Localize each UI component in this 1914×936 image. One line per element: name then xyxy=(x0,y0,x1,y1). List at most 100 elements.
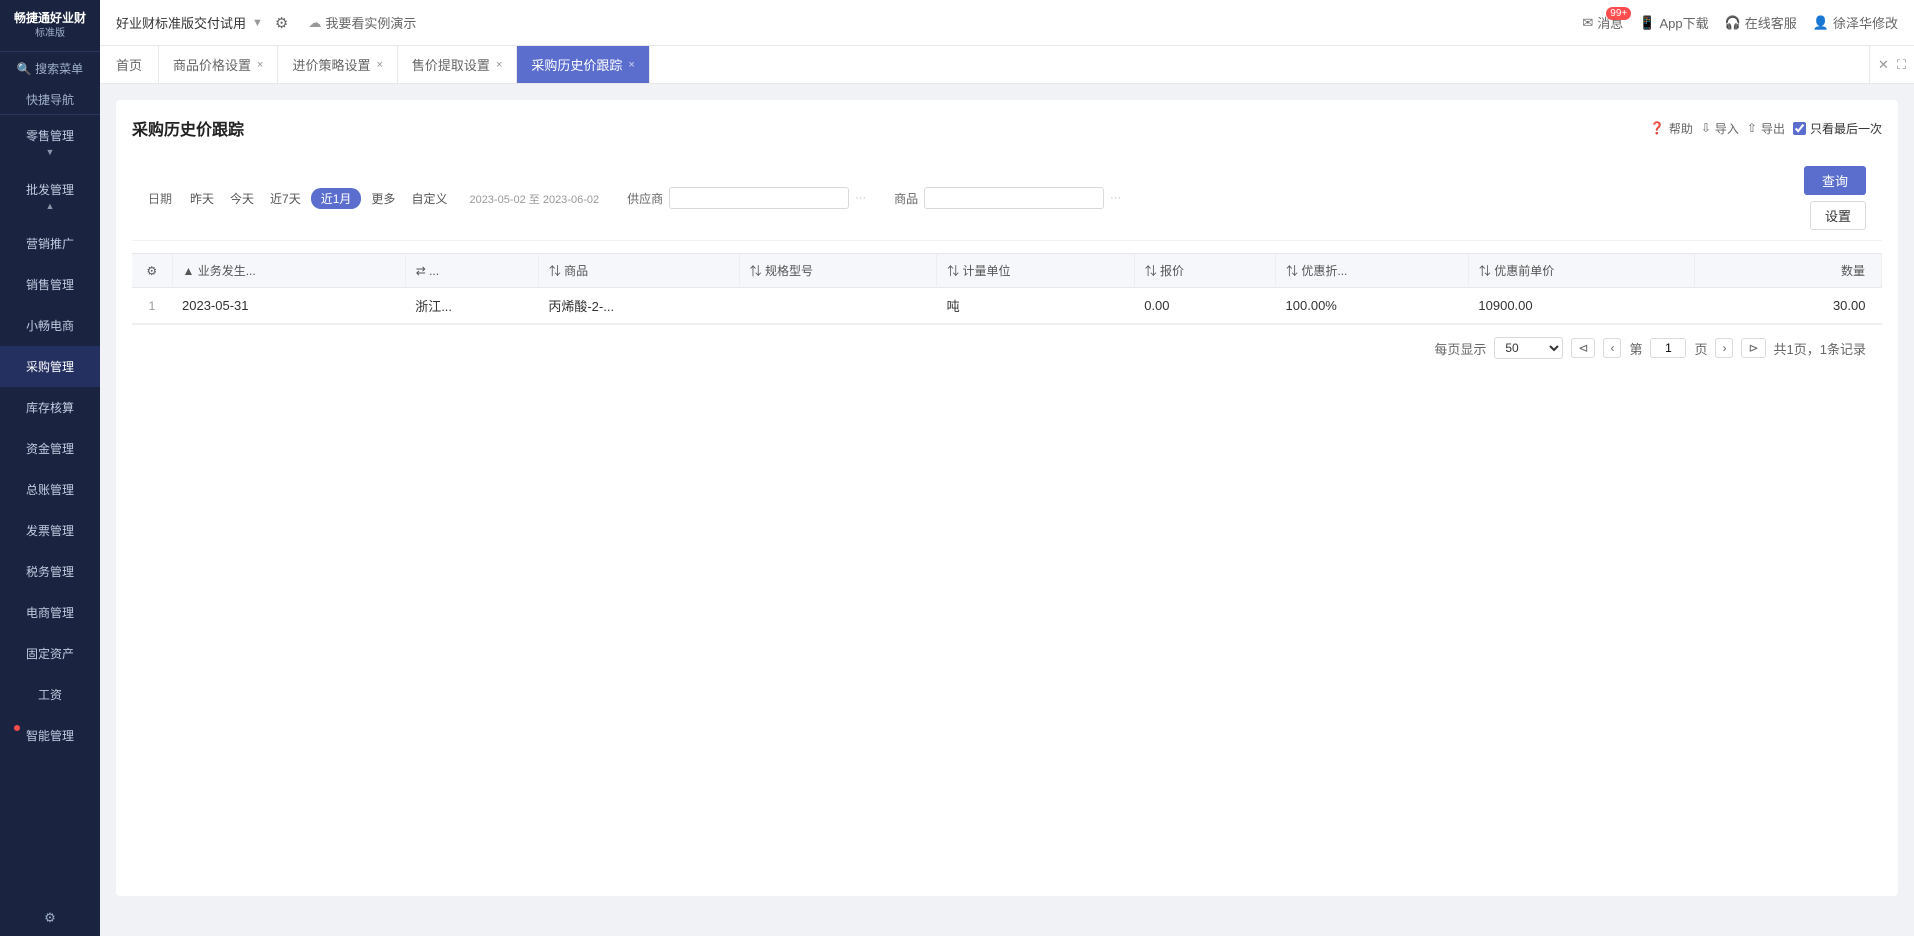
sidebar-item-invoice[interactable]: 发票管理 xyxy=(0,510,100,551)
close-tab-btn[interactable]: ✕ xyxy=(1878,57,1889,73)
sidebar-item-inventory[interactable]: 库存核算 xyxy=(0,387,100,428)
topbar: 好业财标准版交付试用 ▼ ⚙ ☁ 我要看实例演示 ✉ 消息 99+ 📱 App下… xyxy=(100,0,1914,46)
settings-icon[interactable]: ⚙ xyxy=(275,14,288,32)
filter-settings-button[interactable]: 设置 xyxy=(1810,201,1866,230)
col-unit[interactable]: ⇅ 计量单位 xyxy=(937,254,1135,288)
content-area: 采购历史价跟踪 ❓ 帮助 ⇩ 导入 ⇧ 导出 xyxy=(100,84,1914,936)
message-badge: 99+ xyxy=(1606,7,1631,20)
sidebar-item-tax[interactable]: 税务管理 xyxy=(0,551,100,592)
total-info: 共1页，1条记录 xyxy=(1774,339,1866,358)
page-label: 第 xyxy=(1629,339,1642,358)
date-range-display: 2023-05-02 至 2023-06-02 xyxy=(469,191,599,207)
help-btn[interactable]: ❓ 帮助 xyxy=(1650,120,1693,137)
sidebar-settings-btn[interactable]: ⚙ xyxy=(0,900,100,936)
sidebar-item-sales[interactable]: 销售管理 xyxy=(0,264,100,305)
date-btn-yesterday[interactable]: 昨天 xyxy=(184,188,220,209)
user-menu[interactable]: 👤 徐泽华修改 xyxy=(1813,13,1898,32)
expand-tab-btn[interactable]: ⛶ xyxy=(1897,57,1906,73)
app-download-btn[interactable]: 📱 App下载 xyxy=(1639,13,1708,32)
tab-label: 采购历史价跟踪 xyxy=(531,55,622,74)
first-page-btn[interactable]: ⊲ xyxy=(1571,338,1595,358)
tab-goods-price[interactable]: 商品价格设置 × xyxy=(159,46,278,84)
col-goods[interactable]: ⇅ 商品 xyxy=(538,254,739,288)
tab-home-label: 首页 xyxy=(116,55,142,74)
col-gear[interactable]: ⚙ xyxy=(132,254,172,288)
sidebar-search[interactable]: 🔍 搜索菜单 xyxy=(0,52,100,85)
query-button[interactable]: 查询 xyxy=(1804,166,1866,195)
next-page-btn[interactable]: › xyxy=(1715,338,1733,358)
sidebar-item-fixed-assets[interactable]: 固定资产 xyxy=(0,633,100,674)
col-more[interactable]: ⇄ ... xyxy=(405,254,538,288)
sidebar-item-label: 库存核算 xyxy=(26,399,74,416)
online-support-btn[interactable]: 🎧 在线客服 xyxy=(1725,13,1797,32)
sidebar-item-label: 营销推广 xyxy=(26,235,74,252)
col-original-price[interactable]: ⇅ 优惠前单价 xyxy=(1468,254,1694,288)
tab-label: 商品价格设置 xyxy=(173,55,251,74)
sidebar-item-ledger[interactable]: 总账管理 xyxy=(0,469,100,510)
sidebar-item-purchase[interactable]: 采购管理 xyxy=(0,346,100,387)
sidebar-item-payroll[interactable]: 工资 xyxy=(0,674,100,715)
sidebar-logo: 畅捷通好业财 标准版 xyxy=(0,0,100,52)
goods-input[interactable] xyxy=(924,187,1104,209)
message-icon: ✉ xyxy=(1582,15,1593,31)
close-icon[interactable]: × xyxy=(257,59,263,71)
sidebar-item-finance[interactable]: 资金管理 xyxy=(0,428,100,469)
tab-purchase-history[interactable]: 采购历史价跟踪 × xyxy=(517,46,649,84)
col-date[interactable]: ▲ 业务发生... xyxy=(172,254,405,288)
date-btn-custom[interactable]: 自定义 xyxy=(405,188,453,209)
supplier-input[interactable] xyxy=(669,187,849,209)
sidebar-item-wholesale[interactable]: 批发管理 ▲ xyxy=(0,169,100,223)
pagination: 每页显示 10 20 50 100 ⊲ ‹ 第 页 › ⊳ 共1页，1条记录 xyxy=(132,324,1882,371)
last-page-btn[interactable]: ⊳ xyxy=(1741,338,1765,358)
prev-page-btn[interactable]: ‹ xyxy=(1603,338,1621,358)
message-btn[interactable]: ✉ 消息 99+ xyxy=(1582,13,1623,32)
sidebar-item-marketing[interactable]: 营销推广 xyxy=(0,223,100,264)
edition-selector[interactable]: 好业财标准版交付试用 ▼ xyxy=(116,13,263,32)
page-number-input[interactable] xyxy=(1650,338,1686,358)
date-options: 昨天 今天 近7天 近1月 更多 自定义 xyxy=(184,188,453,209)
close-icon[interactable]: × xyxy=(628,59,634,71)
supplier-more-icon[interactable]: ··· xyxy=(855,192,866,204)
filter-actions: 查询 设置 xyxy=(1804,166,1866,230)
import-btn[interactable]: ⇩ 导入 xyxy=(1701,120,1739,137)
sidebar-item-intelligent[interactable]: 智能管理 xyxy=(0,715,100,756)
row-spec xyxy=(739,288,937,324)
col-price[interactable]: ⇅ 报价 xyxy=(1134,254,1275,288)
export-icon: ⇧ xyxy=(1747,121,1757,135)
filter-bar: 日期 昨天 今天 近7天 近1月 更多 自定义 2023-05-02 至 202… xyxy=(132,156,1882,241)
sidebar: 畅捷通好业财 标准版 🔍 搜索菜单 快捷导航 零售管理 ▼ 批发管理 ▲ 营销推… xyxy=(0,0,100,936)
sidebar-item-label: 总账管理 xyxy=(26,481,74,498)
sidebar-item-label: 固定资产 xyxy=(26,645,74,662)
date-btn-1month[interactable]: 近1月 xyxy=(311,188,362,209)
page-card: 采购历史价跟踪 ❓ 帮助 ⇩ 导入 ⇧ 导出 xyxy=(116,100,1898,896)
close-icon[interactable]: × xyxy=(496,59,502,71)
col-spec[interactable]: ⇅ 规格型号 xyxy=(739,254,937,288)
per-page-select[interactable]: 10 20 50 100 xyxy=(1494,337,1563,359)
user-avatar-icon: 👤 xyxy=(1813,15,1829,31)
date-btn-7days[interactable]: 近7天 xyxy=(264,188,307,209)
sidebar-quick-nav[interactable]: 快捷导航 xyxy=(0,85,100,115)
tab-price-strategy[interactable]: 进价策略设置 × xyxy=(278,46,397,84)
demo-link[interactable]: ☁ 我要看实例演示 xyxy=(308,13,416,32)
sidebar-item-label: 批发管理 xyxy=(26,181,74,198)
col-discount[interactable]: ⇅ 优惠折... xyxy=(1276,254,1469,288)
sidebar-item-ecommerce[interactable]: 电商管理 xyxy=(0,592,100,633)
sidebar-item-label: 小畅电商 xyxy=(26,317,74,334)
tab-home[interactable]: 首页 xyxy=(100,46,159,84)
notification-dot xyxy=(14,725,20,731)
export-btn[interactable]: ⇧ 导出 xyxy=(1747,120,1785,137)
sidebar-item-ecommerce-small[interactable]: 小畅电商 xyxy=(0,305,100,346)
goods-more-icon[interactable]: ··· xyxy=(1110,192,1121,204)
date-btn-more[interactable]: 更多 xyxy=(365,188,401,209)
chevron-down-icon: ▼ xyxy=(46,147,55,157)
sidebar-item-label: 工资 xyxy=(38,686,62,703)
phone-icon: 📱 xyxy=(1639,15,1655,31)
sidebar-item-label: 销售管理 xyxy=(26,276,74,293)
date-btn-today[interactable]: 今天 xyxy=(224,188,260,209)
close-icon[interactable]: × xyxy=(376,59,382,71)
row-no: 1 xyxy=(132,288,172,324)
only-last-checkbox[interactable] xyxy=(1793,122,1806,135)
sidebar-item-retail[interactable]: 零售管理 ▼ xyxy=(0,115,100,169)
chevron-down-icon: ▼ xyxy=(252,17,263,29)
tab-price-extract[interactable]: 售价提取设置 × xyxy=(398,46,517,84)
